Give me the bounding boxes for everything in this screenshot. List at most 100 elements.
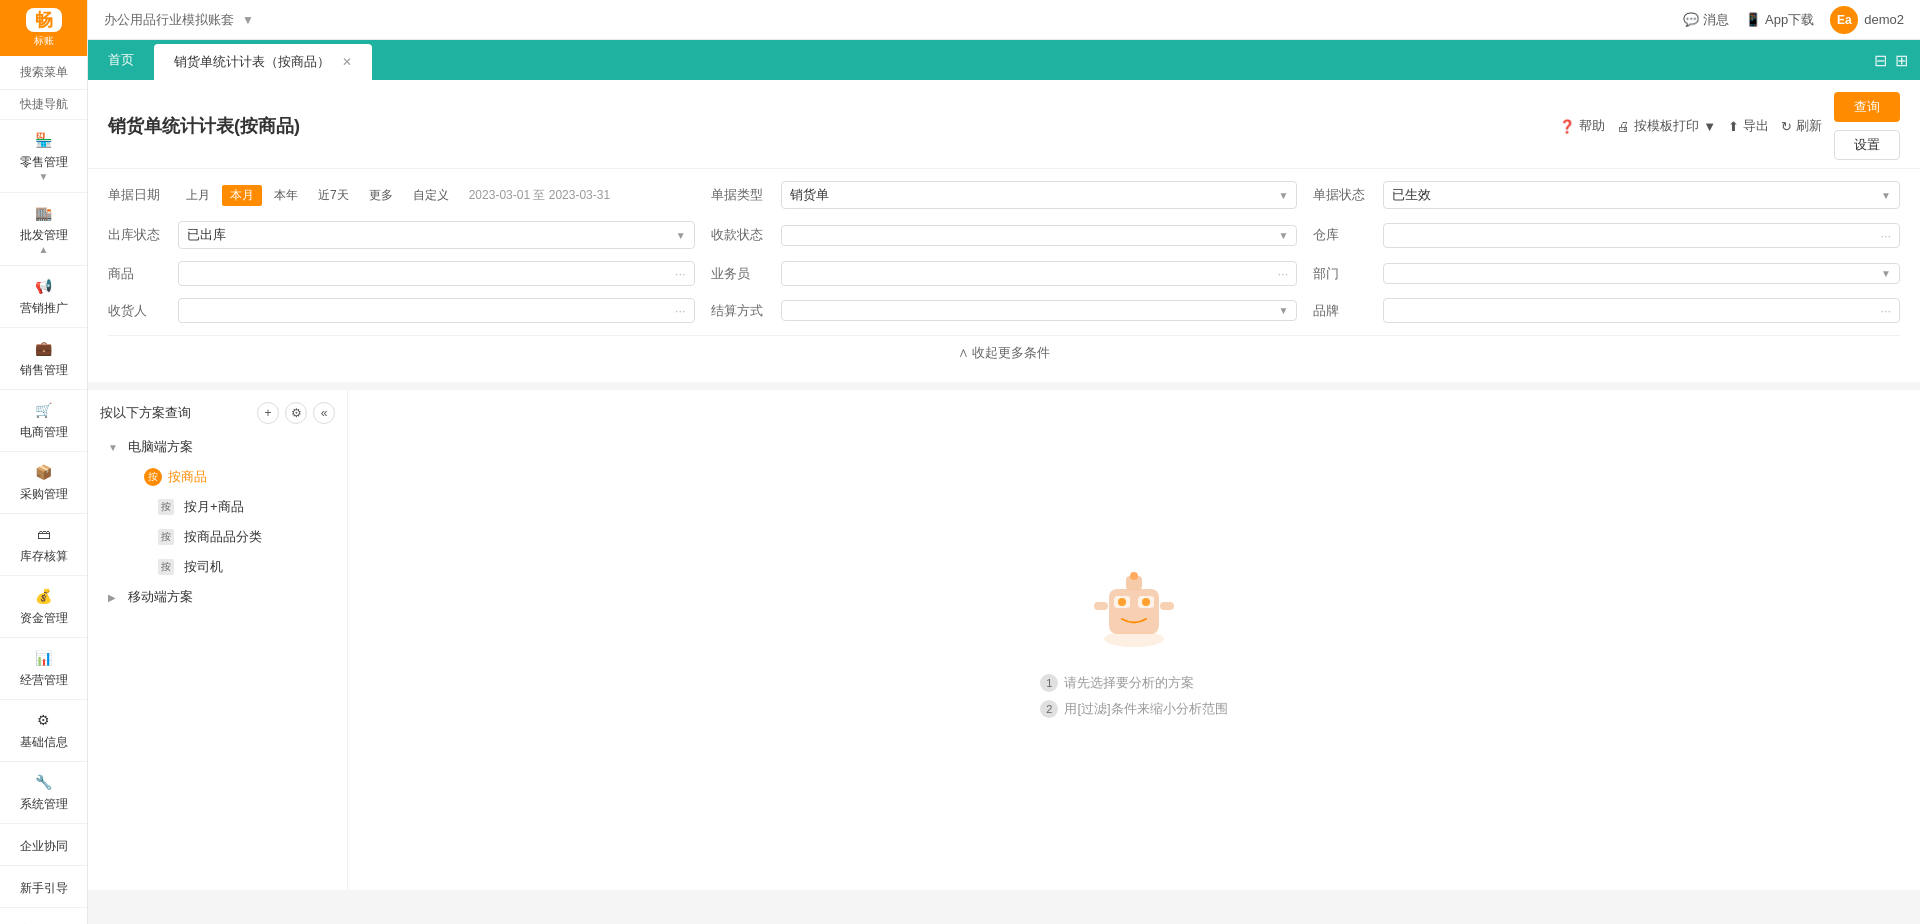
brand-select[interactable]: ··· (1383, 298, 1900, 323)
filter-consignee: 收货人 ··· (108, 298, 695, 323)
sidebar-item-app-center[interactable]: 应用中心 (0, 908, 87, 924)
filter-row-2: 出库状态 已出库 ▼ 收款状态 ▼ 仓库 (108, 221, 1900, 249)
date-tab-7days[interactable]: 近7天 (310, 185, 357, 206)
sidebar-search[interactable]: 搜索菜单 (0, 56, 87, 90)
tree-item-mobile[interactable]: ▶ 移动端方案 (88, 582, 347, 612)
date-tab-last-month[interactable]: 上月 (178, 185, 218, 206)
help-label: 帮助 (1579, 117, 1605, 135)
out-status-value: 已出库 (187, 226, 226, 244)
sidebar-item-ecommerce[interactable]: 🛒 电商管理 (0, 390, 87, 452)
date-tab-more[interactable]: 更多 (361, 185, 401, 206)
add-scheme-button[interactable]: + (257, 402, 279, 424)
tab-close-icon[interactable]: ✕ (342, 55, 352, 69)
sidebar: 畅 标账 搜索菜单 快捷导航 🏪 零售管理 ▼ 🏬 批发管理 ▲ 📢 营销推广 … (0, 0, 88, 924)
date-tab-this-year[interactable]: 本年 (266, 185, 306, 206)
tree-item-by-goods-cat[interactable]: 按 按商品品分类 (88, 522, 347, 552)
basic-icon: ⚙ (34, 710, 54, 730)
filter-warehouse: 仓库 ··· (1313, 221, 1900, 249)
dept-arrow: ▼ (1881, 268, 1891, 279)
collapse-bar[interactable]: ∧ 收起更多条件 (108, 335, 1900, 370)
main-area: 办公用品行业模拟账套 ▼ 💬 消息 📱 App下载 Ea demo2 首页 销货… (88, 0, 1920, 924)
salesperson-select[interactable]: ··· (781, 261, 1298, 286)
date-tab-custom[interactable]: 自定义 (405, 185, 457, 206)
page-header: 销货单统计计表(按商品) ❓ 帮助 🖨 按模板打印 ▼ ⬆ 导出 (88, 80, 1920, 169)
consignee-select[interactable]: ··· (178, 298, 695, 323)
refresh-icon: ↻ (1781, 119, 1792, 134)
topbar-right: 💬 消息 📱 App下载 Ea demo2 (1683, 6, 1904, 34)
salesperson-more[interactable]: ··· (1277, 266, 1288, 281)
export-button[interactable]: ⬆ 导出 (1728, 117, 1769, 135)
sidebar-item-inventory[interactable]: 🗃 库存核算 (0, 514, 87, 576)
warehouse-select[interactable]: ··· (1383, 223, 1900, 248)
payment-select[interactable]: ▼ (781, 300, 1298, 321)
sidebar-item-operations[interactable]: 📊 经营管理 (0, 638, 87, 700)
sales-label: 销售管理 (20, 362, 68, 379)
sidebar-item-wholesale[interactable]: 🏬 批发管理 ▲ (0, 193, 87, 266)
filter-recv-status: 收款状态 ▼ (711, 221, 1298, 249)
consignee-more[interactable]: ··· (675, 303, 686, 318)
tree-item-by-month-goods[interactable]: 按 按月+商品 (88, 492, 347, 522)
sidebar-item-marketing[interactable]: 📢 营销推广 (0, 266, 87, 328)
quick-nav-label[interactable]: 快捷导航 (20, 97, 68, 111)
sidebar-item-newbie[interactable]: 新手引导 (0, 866, 87, 908)
collapse-panel-button[interactable]: « (313, 402, 335, 424)
doc-type-select[interactable]: 销货单 ▼ (781, 181, 1298, 209)
help-button[interactable]: ❓ 帮助 (1559, 117, 1605, 135)
filter-date: 单据日期 上月 本月 本年 近7天 更多 自定义 2023-03-01 至 20… (108, 181, 695, 209)
sidebar-item-sales[interactable]: 💼 销售管理 (0, 328, 87, 390)
message-button[interactable]: 💬 消息 (1683, 11, 1729, 29)
sidebar-item-basic[interactable]: ⚙ 基础信息 (0, 700, 87, 762)
content-area: 按以下方案查询 + ⚙ « ▼ 电脑端方案 按 (88, 390, 1920, 890)
template-print-arrow: ▼ (1703, 119, 1716, 134)
sidebar-quick-nav[interactable]: 快捷导航 (0, 90, 87, 120)
template-print-button[interactable]: 🖨 按模板打印 ▼ (1617, 117, 1716, 135)
search-menu-label[interactable]: 搜索菜单 (20, 65, 68, 79)
tab-maximize-icon[interactable]: ⊞ (1895, 51, 1908, 70)
topbar: 办公用品行业模拟账套 ▼ 💬 消息 📱 App下载 Ea demo2 (88, 0, 1920, 40)
date-tab-this-month[interactable]: 本月 (222, 185, 262, 206)
username: demo2 (1864, 12, 1904, 27)
query-button[interactable]: 查询 (1834, 92, 1900, 122)
topbar-dropdown-icon[interactable]: ▼ (242, 13, 254, 27)
sidebar-item-retail[interactable]: 🏪 零售管理 ▼ (0, 120, 87, 193)
logo-text: 标账 (34, 34, 54, 48)
sidebar-item-finance[interactable]: 💰 资金管理 (0, 576, 87, 638)
scheme-settings-button[interactable]: ⚙ (285, 402, 307, 424)
tab-sales-stats[interactable]: 销货单统计计表（按商品） ✕ (154, 44, 372, 80)
page-title: 销货单统计计表(按商品) (108, 114, 300, 138)
refresh-button[interactable]: ↻ 刷新 (1781, 117, 1822, 135)
out-status-select[interactable]: 已出库 ▼ (178, 221, 695, 249)
tree-item-pc[interactable]: ▼ 电脑端方案 (88, 432, 347, 462)
sidebar-item-enterprise[interactable]: 企业协同 (0, 824, 87, 866)
inventory-label: 库存核算 (20, 548, 68, 565)
warehouse-more[interactable]: ··· (1880, 228, 1891, 243)
date-control: 上月 本月 本年 近7天 更多 自定义 2023-03-01 至 2023-03… (178, 185, 695, 206)
tab-minimize-icon[interactable]: ⊟ (1874, 51, 1887, 70)
goods-more[interactable]: ··· (675, 266, 686, 281)
recv-status-select[interactable]: ▼ (781, 225, 1298, 246)
svg-point-5 (1142, 598, 1150, 606)
by-goods-label: 按商品 (168, 468, 207, 486)
tree-item-by-driver[interactable]: 按 按司机 (88, 552, 347, 582)
settings-button[interactable]: 设置 (1834, 130, 1900, 160)
filter-brand: 品牌 ··· (1313, 298, 1900, 323)
goods-cat-label: 按商品品分类 (184, 528, 262, 546)
sidebar-item-system[interactable]: 🔧 系统管理 (0, 762, 87, 824)
recv-status-arrow: ▼ (1278, 230, 1288, 241)
user-area[interactable]: Ea demo2 (1830, 6, 1904, 34)
tree-item-by-goods[interactable]: 按 按商品 (88, 462, 347, 492)
goods-select[interactable]: ··· (178, 261, 695, 286)
month-goods-arrow (138, 502, 152, 513)
app-download-button[interactable]: 📱 App下载 (1745, 11, 1814, 29)
mobile-label: 移动端方案 (128, 588, 193, 606)
doc-type-arrow: ▼ (1278, 190, 1288, 201)
driver-icon: 按 (158, 559, 174, 575)
sidebar-item-purchase[interactable]: 📦 采购管理 (0, 452, 87, 514)
filter-salesperson: 业务员 ··· (711, 261, 1298, 286)
doc-type-value: 销货单 (790, 186, 829, 204)
dept-select[interactable]: ▼ (1383, 263, 1900, 284)
brand-more[interactable]: ··· (1880, 303, 1891, 318)
doc-status-select[interactable]: 已生效 ▼ (1383, 181, 1900, 209)
tab-home[interactable]: 首页 (88, 40, 154, 80)
filter-doc-status: 单据状态 已生效 ▼ (1313, 181, 1900, 209)
